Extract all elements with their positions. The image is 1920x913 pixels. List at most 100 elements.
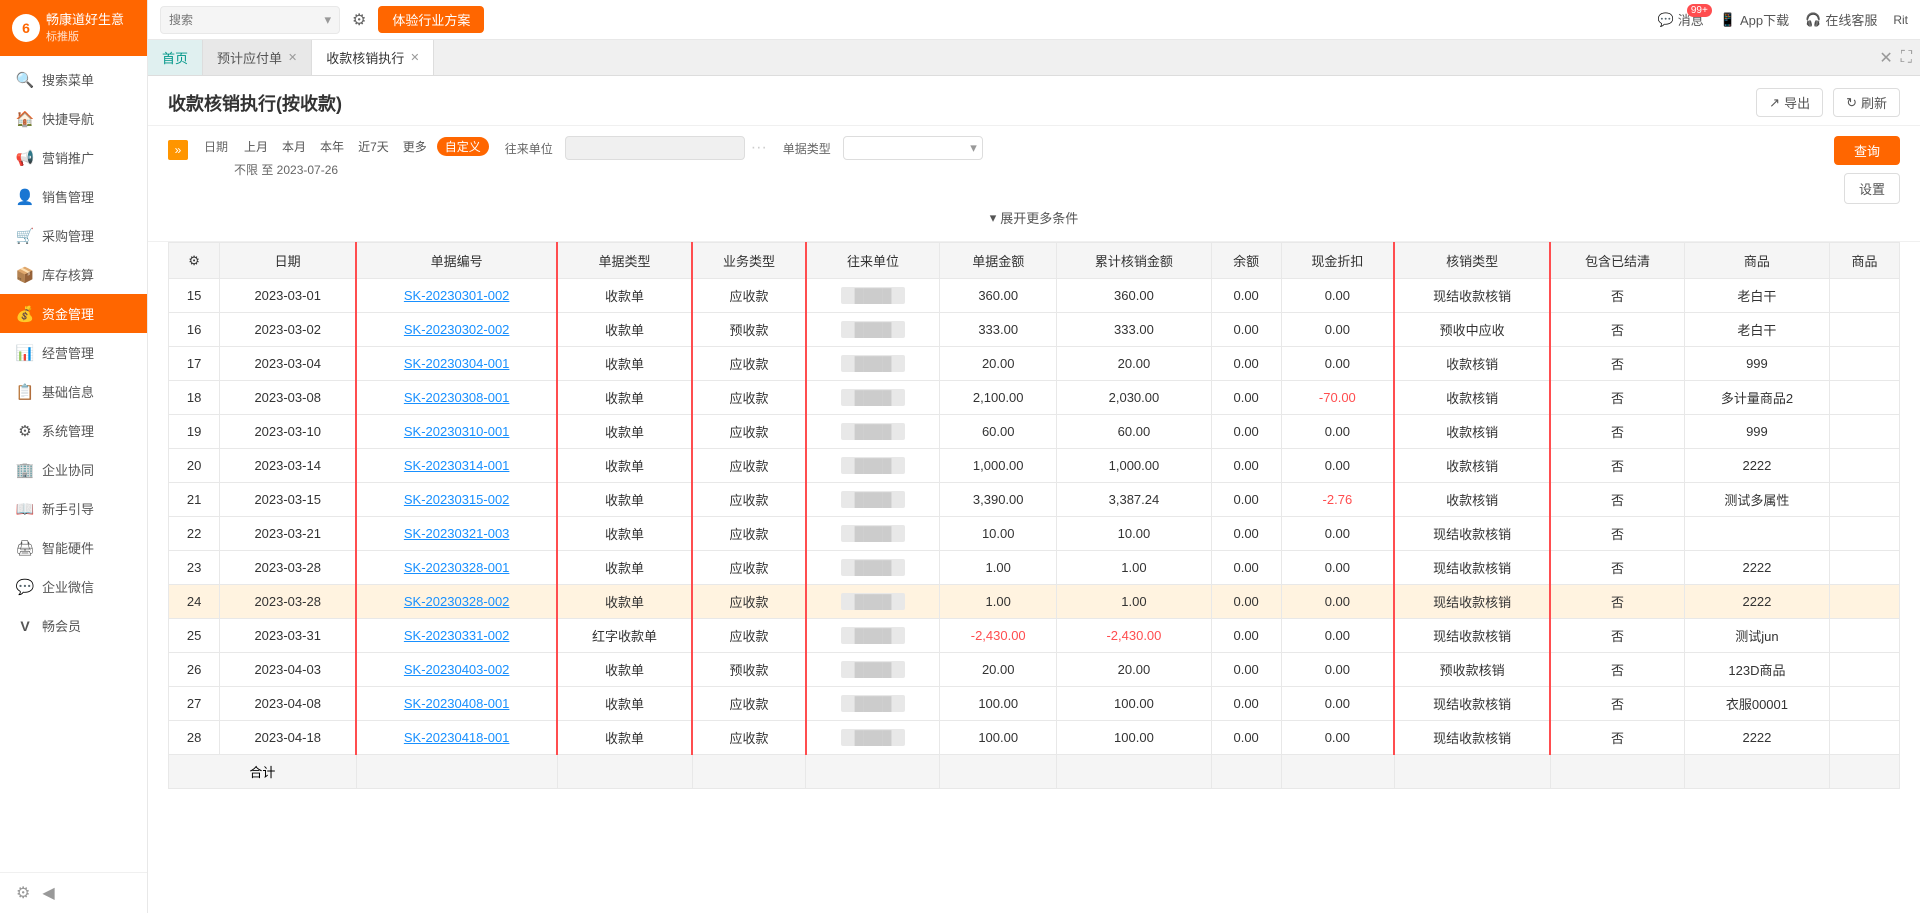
- sidebar-item-sales[interactable]: 👤 销售管理: [0, 177, 147, 216]
- th-amount: 单据金额: [940, 243, 1057, 279]
- td-unit: ████: [806, 279, 940, 313]
- tab-receipt-offset[interactable]: 收款核销执行 ✕: [312, 40, 434, 75]
- unit-input[interactable]: [565, 136, 745, 160]
- custom-date-btn[interactable]: 自定义: [437, 137, 489, 156]
- user-name[interactable]: Rit: [1893, 13, 1908, 27]
- td-offset-type: 预收中应收: [1394, 313, 1550, 347]
- topbar-search-input[interactable]: [169, 13, 320, 27]
- td-goods1: 2222: [1684, 721, 1829, 755]
- sidebar-item-basic[interactable]: 📋 基础信息: [0, 372, 147, 411]
- th-biz-type: 业务类型: [692, 243, 806, 279]
- expand-more-btn[interactable]: ▾ 展开更多条件: [990, 208, 1079, 227]
- td-goods1: 2222: [1684, 551, 1829, 585]
- tab-home[interactable]: 首页: [148, 40, 203, 75]
- industry-btn[interactable]: 体验行业方案: [378, 6, 484, 33]
- td-cum-amount: 20.00: [1057, 653, 1211, 687]
- date-link-7days[interactable]: 近7天: [354, 136, 393, 157]
- page-title: 收款核销执行(按收款): [168, 90, 342, 116]
- td-date: 2023-04-08: [220, 687, 357, 721]
- date-link-this-year[interactable]: 本年: [316, 136, 348, 157]
- td-voucher-no[interactable]: SK-20230408-001: [356, 687, 557, 721]
- date-link-more[interactable]: 更多: [399, 136, 431, 157]
- export-btn[interactable]: ↗ 导出: [1756, 88, 1823, 117]
- td-date: 2023-03-01: [220, 279, 357, 313]
- settings-icon[interactable]: ⚙: [16, 883, 30, 903]
- topbar-search[interactable]: ▾: [160, 6, 340, 34]
- td-goods2: [1829, 279, 1899, 313]
- sidebar-label-sales: 销售管理: [42, 187, 94, 206]
- td-amount: 60.00: [940, 415, 1057, 449]
- date-link-last-month[interactable]: 上月: [240, 136, 272, 157]
- td-goods2: [1829, 551, 1899, 585]
- td-voucher-no[interactable]: SK-20230328-001: [356, 551, 557, 585]
- footer-voucher-type: [557, 755, 692, 789]
- td-goods2: [1829, 483, 1899, 517]
- th-cum-amount: 累计核销金额: [1057, 243, 1211, 279]
- sidebar-item-capital[interactable]: 💰 资金管理: [0, 294, 147, 333]
- sidebar-item-operations[interactable]: 📊 经营管理: [0, 333, 147, 372]
- message-badge: 99+: [1687, 4, 1712, 17]
- service-btn[interactable]: 🎧 在线客服: [1805, 10, 1877, 29]
- table-row: 23 2023-03-28 SK-20230328-001 收款单 应收款 ██…: [169, 551, 1900, 585]
- td-biz-type: 应收款: [692, 279, 806, 313]
- sidebar-item-shortcut[interactable]: 🏠 快捷导航: [0, 99, 147, 138]
- expand-tabs-icon[interactable]: ⛶: [1901, 49, 1912, 67]
- td-cash-discount: 0.00: [1281, 313, 1394, 347]
- sidebar-item-guide[interactable]: 📖 新手引导: [0, 489, 147, 528]
- app-download-btn[interactable]: 📱 App下载: [1720, 10, 1789, 29]
- td-voucher-no[interactable]: SK-20230310-001: [356, 415, 557, 449]
- collapse-icon[interactable]: ◀: [42, 883, 54, 903]
- sidebar-item-member[interactable]: V 畅会员: [0, 606, 147, 645]
- footer-offset-type: [1394, 755, 1550, 789]
- filter-expand-btn[interactable]: »: [168, 140, 188, 160]
- setting-btn[interactable]: 设置: [1844, 173, 1900, 204]
- sidebar-item-enterprise[interactable]: 🏢 企业协同: [0, 450, 147, 489]
- topbar: ▾ ⚙ 体验行业方案 💬 消息 99+ 📱 App下载 🎧 在线客服 Rit: [148, 0, 1920, 40]
- td-date: 2023-03-08: [220, 381, 357, 415]
- td-voucher-no[interactable]: SK-20230331-002: [356, 619, 557, 653]
- sidebar-item-inventory[interactable]: 📦 库存核算: [0, 255, 147, 294]
- tab-close-icon[interactable]: ✕: [288, 51, 297, 64]
- th-settings[interactable]: ⚙: [169, 243, 220, 279]
- td-date: 2023-03-04: [220, 347, 357, 381]
- date-link-this-month[interactable]: 本月: [278, 136, 310, 157]
- sidebar-item-search[interactable]: 🔍 搜索菜单: [0, 60, 147, 99]
- voucher-type-filter: 单据类型 ▾: [783, 136, 983, 160]
- td-voucher-no[interactable]: SK-20230304-001: [356, 347, 557, 381]
- td-voucher-no[interactable]: SK-20230321-003: [356, 517, 557, 551]
- td-date: 2023-03-10: [220, 415, 357, 449]
- td-no: 15: [169, 279, 220, 313]
- tab-pre-payable[interactable]: 预计应付单 ✕: [203, 40, 312, 75]
- td-amount: 20.00: [940, 347, 1057, 381]
- query-btn[interactable]: 查询: [1834, 136, 1900, 165]
- td-offset-type: 现结收款核销: [1394, 619, 1550, 653]
- tab-close-active-icon[interactable]: ✕: [410, 51, 419, 64]
- td-voucher-no[interactable]: SK-20230328-002: [356, 585, 557, 619]
- td-voucher-type: 收款单: [557, 415, 692, 449]
- gear-icon[interactable]: ⚙: [352, 10, 366, 30]
- td-goods2: [1829, 585, 1899, 619]
- voucher-type-select[interactable]: [843, 136, 983, 160]
- unit-dots-icon[interactable]: ···: [751, 139, 767, 157]
- sidebar-item-marketing[interactable]: 📢 营销推广: [0, 138, 147, 177]
- sidebar-item-system[interactable]: ⚙ 系统管理: [0, 411, 147, 450]
- message-btn[interactable]: 💬 消息 99+: [1658, 10, 1704, 29]
- close-all-tabs-icon[interactable]: ✕: [1879, 48, 1892, 68]
- td-cash-discount: 0.00: [1281, 687, 1394, 721]
- td-amount: 2,100.00: [940, 381, 1057, 415]
- sidebar-item-purchase[interactable]: 🛒 采购管理: [0, 216, 147, 255]
- td-voucher-no[interactable]: SK-20230301-002: [356, 279, 557, 313]
- td-cash-discount: 0.00: [1281, 653, 1394, 687]
- td-voucher-no[interactable]: SK-20230302-002: [356, 313, 557, 347]
- td-voucher-no[interactable]: SK-20230314-001: [356, 449, 557, 483]
- td-date: 2023-03-28: [220, 551, 357, 585]
- refresh-btn[interactable]: ↻ 刷新: [1833, 88, 1900, 117]
- td-voucher-no[interactable]: SK-20230403-002: [356, 653, 557, 687]
- td-unit: ████: [806, 687, 940, 721]
- sidebar-item-wechat[interactable]: 💬 企业微信: [0, 567, 147, 606]
- td-voucher-no[interactable]: SK-20230418-001: [356, 721, 557, 755]
- sidebar-item-hardware[interactable]: 🖨 智能硬件: [0, 528, 147, 567]
- td-voucher-no[interactable]: SK-20230308-001: [356, 381, 557, 415]
- td-voucher-no[interactable]: SK-20230315-002: [356, 483, 557, 517]
- td-unit: ████: [806, 619, 940, 653]
